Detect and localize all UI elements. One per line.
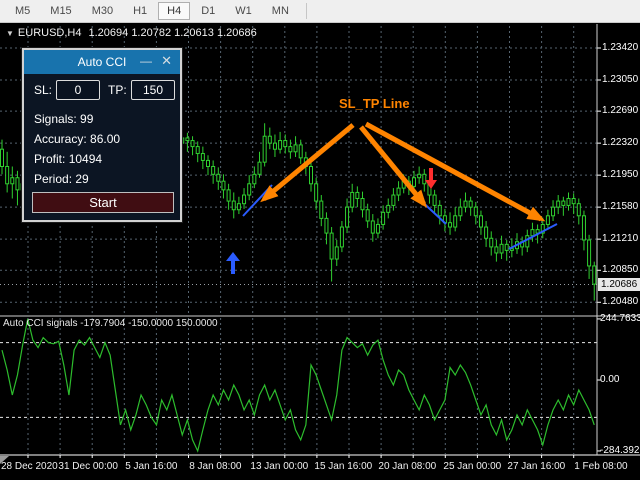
indicator-axis-label: 244.7633	[600, 313, 640, 324]
minimize-icon[interactable]: —	[140, 50, 152, 74]
auto-cci-panel: Auto CCI — ✕ SL: TP: Signals: 99 Accurac…	[22, 48, 182, 222]
period-row: Period: 29	[34, 172, 89, 186]
tp-label: TP:	[108, 83, 127, 97]
sl-label: SL:	[34, 83, 52, 97]
indicator-axis-label: -284.3922	[600, 445, 640, 456]
profit-label: Profit:	[34, 152, 65, 166]
signals-row: Signals: 99	[34, 112, 93, 126]
price-axis-label: 1.23420	[602, 42, 638, 53]
scroll-marker[interactable]	[0, 456, 9, 464]
period-label: Period:	[34, 172, 72, 186]
price-axis-label: 1.21950	[602, 169, 638, 180]
sell-arrow-icon	[425, 168, 437, 189]
time-axis-label: 28 Dec 2020	[1, 461, 58, 472]
trendline-segment	[509, 224, 557, 249]
time-axis-label: 20 Jan 08:00	[378, 461, 436, 472]
period-value: 29	[75, 172, 88, 186]
mt4-window: M5M15M30H1H4D1W1MN ▼EURUSD,H41.20694 1.2…	[0, 0, 640, 480]
price-axis-label: 1.22690	[602, 105, 638, 116]
signals-value: 99	[80, 112, 93, 126]
ohlc-values: 1.20694 1.20782 1.20613 1.20686	[89, 27, 257, 39]
price-axis-label: 1.22320	[602, 137, 638, 148]
current-price-tag: 1.20686	[598, 278, 640, 291]
time-axis-label: 13 Jan 00:00	[250, 461, 308, 472]
accuracy-value: 86.00	[90, 132, 120, 146]
signals-label: Signals:	[34, 112, 77, 126]
symbol-period: EURUSD,H4	[18, 27, 82, 39]
profit-value: 10494	[69, 152, 102, 166]
indicator-axis-label: 0.00	[600, 374, 619, 385]
sl-tp-arrow	[264, 125, 353, 199]
time-axis-label: 5 Jan 16:00	[125, 461, 177, 472]
time-axis-label: 25 Jan 00:00	[443, 461, 501, 472]
price-axis-label: 1.21580	[602, 201, 638, 212]
price-axis-label: 1.20850	[602, 264, 638, 275]
chevron-down-icon[interactable]: ▼	[6, 29, 14, 38]
panel-title-bar[interactable]: Auto CCI — ✕	[24, 50, 180, 74]
price-axis-label: 1.21210	[602, 233, 638, 244]
time-axis-label: 15 Jan 16:00	[314, 461, 372, 472]
buy-arrow-icon	[226, 252, 240, 274]
close-icon[interactable]: ✕	[161, 50, 172, 74]
sl-input[interactable]	[56, 80, 100, 100]
sl-tp-annotation: SL_TP Line	[339, 96, 410, 111]
start-button[interactable]: Start	[32, 192, 174, 213]
time-axis-label: 27 Jan 16:00	[507, 461, 565, 472]
indicator-window-label: Auto CCI signals -179.7904 -150.0000 150…	[3, 318, 218, 329]
profit-row: Profit: 10494	[34, 152, 102, 166]
accuracy-label: Accuracy:	[34, 132, 87, 146]
accuracy-row: Accuracy: 86.00	[34, 132, 120, 146]
time-axis-label: 8 Jan 08:00	[189, 461, 241, 472]
price-axis-label: 1.23050	[602, 74, 638, 85]
time-axis-label: 31 Dec 00:00	[58, 461, 118, 472]
time-axis-label: 1 Feb 08:00	[574, 461, 627, 472]
price-axis-label: 1.20480	[602, 296, 638, 307]
panel-title: Auto CCI	[78, 55, 127, 69]
chart-title: ▼ EURUSD,H4 1.20694 1.20782 1.20613 1.2068…	[6, 27, 257, 39]
tp-input[interactable]	[131, 80, 175, 100]
